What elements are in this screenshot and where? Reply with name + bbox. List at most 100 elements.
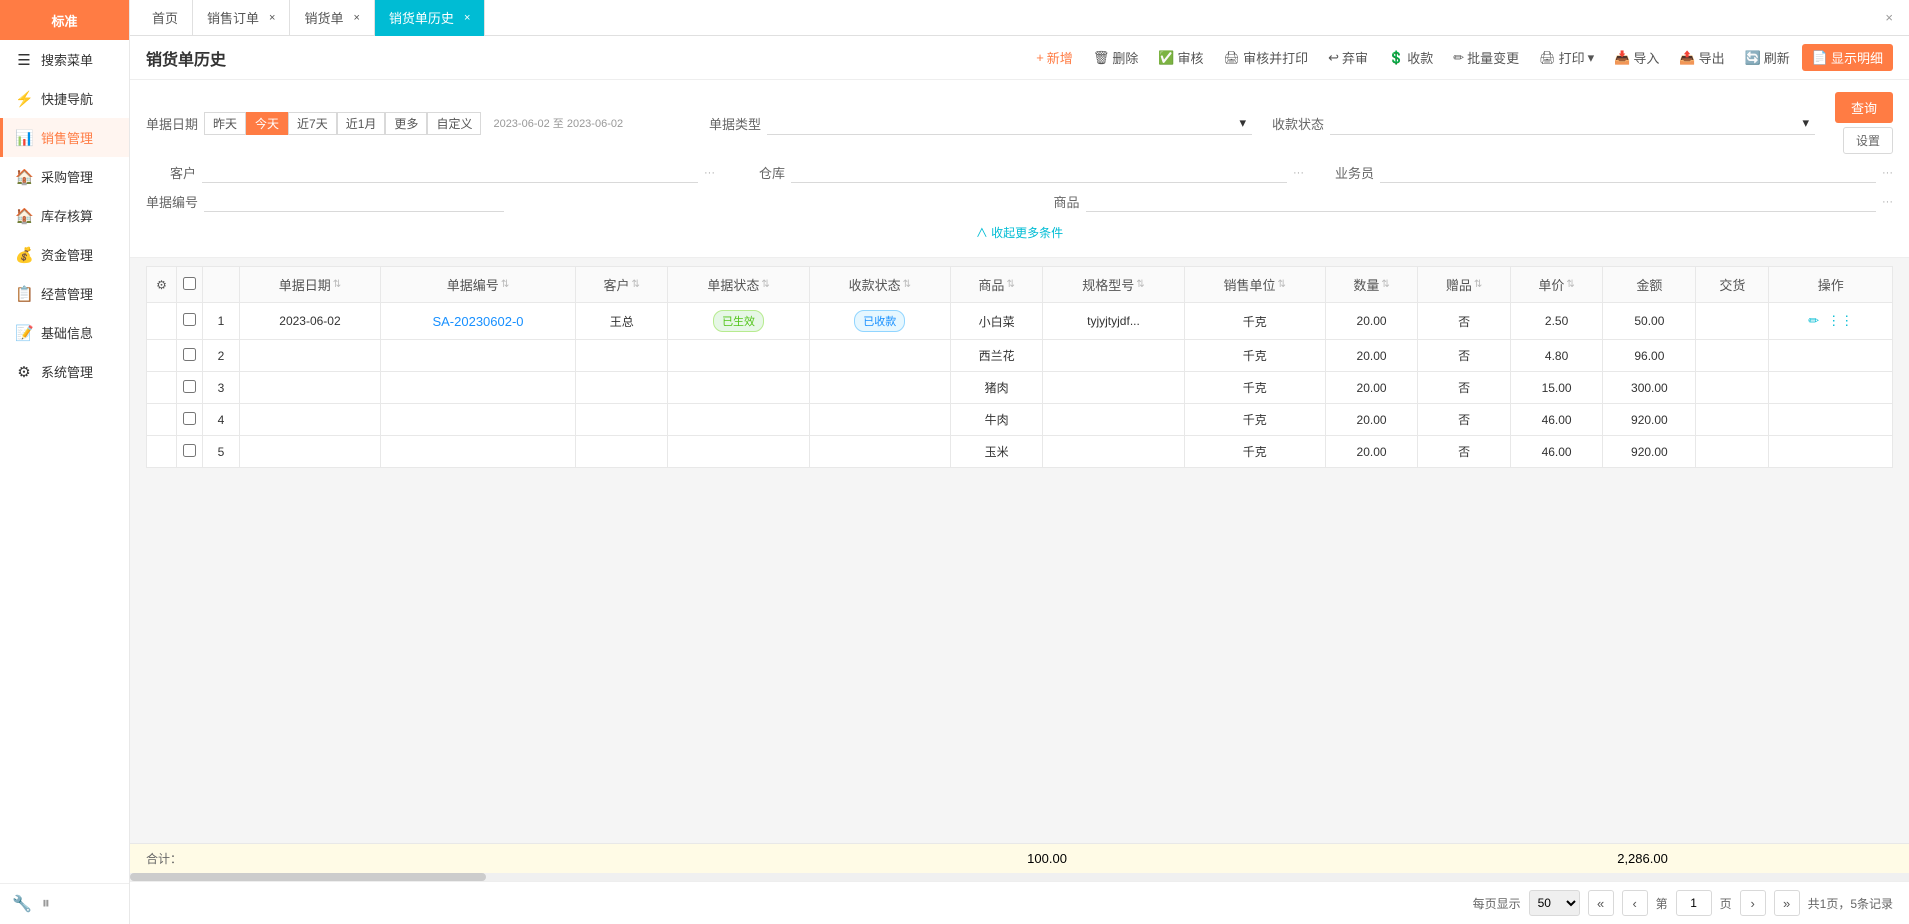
tab-sales-history[interactable]: 销货单历史 × bbox=[375, 0, 485, 36]
row-checkbox[interactable] bbox=[183, 348, 196, 361]
collect-button[interactable]: 💲 收款 bbox=[1380, 44, 1441, 71]
row-checkbox[interactable] bbox=[183, 444, 196, 457]
sidebar-item-fund-mgmt[interactable]: 💰 资金管理 bbox=[0, 235, 129, 274]
batch-change-icon: ✏ bbox=[1453, 50, 1464, 66]
th-goods[interactable]: 商品⇅ bbox=[950, 267, 1043, 303]
salesperson-dots[interactable]: ··· bbox=[1882, 167, 1893, 179]
sidebar-item-base-info[interactable]: 📝 基础信息 bbox=[0, 313, 129, 352]
review-print-button[interactable]: 🖨 审核并打印 bbox=[1216, 44, 1317, 71]
edit-action-btn[interactable]: ✏ bbox=[1804, 311, 1823, 331]
collect-status-select[interactable]: ▾ bbox=[1330, 112, 1815, 135]
fund-mgmt-icon: 💰 bbox=[15, 246, 33, 264]
sidebar-item-sys-mgmt[interactable]: ⚙ 系统管理 bbox=[0, 352, 129, 391]
sidebar-item-quick-nav[interactable]: ⚡ 快捷导航 bbox=[0, 79, 129, 118]
th-unit-price[interactable]: 单价⇅ bbox=[1510, 267, 1603, 303]
delete-button[interactable]: 🗑 删除 bbox=[1085, 44, 1147, 71]
table-header-row: ⚙ 单据日期⇅ 单据编号⇅ 客户⇅ 单据状态⇅ bbox=[147, 267, 1893, 303]
tab-sales-goods[interactable]: 销货单 × bbox=[290, 0, 374, 36]
sidebar-item-stock-calc[interactable]: 🏠 库存核算 bbox=[0, 196, 129, 235]
th-doc-status[interactable]: 单据状态⇅ bbox=[668, 267, 809, 303]
tab-bar-close-btn[interactable]: × bbox=[1877, 10, 1901, 25]
show-detail-icon: 📄 bbox=[1812, 50, 1828, 66]
pagination: 每页显示 50 20 100 « ‹ 第 页 › » 共1页，5条记录 bbox=[130, 881, 1909, 924]
horizontal-scrollbar[interactable] bbox=[130, 873, 1909, 881]
abandon-button[interactable]: ↩ 弃审 bbox=[1320, 44, 1376, 71]
setting-button[interactable]: 设置 bbox=[1843, 127, 1893, 154]
refresh-button[interactable]: 🔄 刷新 bbox=[1737, 44, 1798, 71]
cell-doc-date bbox=[239, 404, 380, 436]
tab-bar: 首页 销售订单 × 销货单 × 销货单历史 × × bbox=[130, 0, 1909, 36]
th-doc-date[interactable]: 单据日期⇅ bbox=[239, 267, 380, 303]
sidebar-item-operations-mgmt[interactable]: 📋 经营管理 bbox=[0, 274, 129, 313]
last-page-button[interactable]: » bbox=[1774, 890, 1800, 916]
date-btn-week7[interactable]: 近7天 bbox=[288, 112, 337, 135]
tab-sales-order[interactable]: 销售订单 × bbox=[193, 0, 290, 36]
select-all-checkbox[interactable] bbox=[183, 277, 196, 290]
sidebar-item-search[interactable]: ☰ 搜索菜单 bbox=[0, 40, 129, 79]
date-btn-today[interactable]: 今天 bbox=[246, 112, 288, 135]
warehouse-filter-item: 仓库 ··· bbox=[735, 162, 1304, 183]
customer-input[interactable] bbox=[202, 162, 698, 183]
th-sales-unit[interactable]: 销售单位⇅ bbox=[1184, 267, 1325, 303]
date-btn-custom[interactable]: 自定义 bbox=[427, 112, 481, 135]
row-checkbox[interactable] bbox=[183, 313, 196, 326]
date-btn-month1[interactable]: 近1月 bbox=[337, 112, 386, 135]
per-page-select[interactable]: 50 20 100 bbox=[1529, 890, 1580, 916]
add-button[interactable]: + 新增 bbox=[1028, 44, 1081, 71]
th-doc-no[interactable]: 单据编号⇅ bbox=[381, 267, 576, 303]
review-button[interactable]: ✅ 审核 bbox=[1150, 44, 1211, 71]
tab-sales-history-close[interactable]: × bbox=[464, 12, 470, 24]
tab-home[interactable]: 首页 bbox=[138, 0, 193, 36]
cell-doc-date bbox=[239, 340, 380, 372]
warehouse-dots[interactable]: ··· bbox=[1293, 167, 1304, 179]
export-button[interactable]: 📤 导出 bbox=[1671, 44, 1732, 71]
row-checkbox[interactable] bbox=[183, 380, 196, 393]
base-info-icon: 📝 bbox=[15, 324, 33, 342]
refresh-label: 刷新 bbox=[1764, 48, 1790, 67]
cell-action bbox=[1769, 340, 1893, 372]
sidebar-item-purchase-mgmt[interactable]: 🏠 采购管理 bbox=[0, 157, 129, 196]
cell-doc-no bbox=[381, 436, 576, 468]
sidebar-item-sales-mgmt[interactable]: 📊 销售管理 bbox=[0, 118, 129, 157]
doc-no-input[interactable] bbox=[204, 191, 504, 212]
salesperson-input[interactable] bbox=[1380, 162, 1876, 183]
print-button[interactable]: 🖨 打印 ▾ bbox=[1531, 44, 1602, 71]
purchase-mgmt-icon: 🏠 bbox=[15, 168, 33, 186]
salesperson-filter-item: 业务员 ··· bbox=[1324, 162, 1893, 183]
cell-gift: 否 bbox=[1418, 372, 1511, 404]
doc-no-link[interactable]: SA-20230602-0 bbox=[432, 314, 523, 329]
tab-sales-goods-close[interactable]: × bbox=[353, 12, 359, 24]
row-checkbox[interactable] bbox=[183, 412, 196, 425]
date-range-display: 2023-06-02 至 2023-06-02 bbox=[493, 115, 623, 131]
tab-sales-order-close[interactable]: × bbox=[269, 12, 275, 24]
th-gift[interactable]: 赠品⇅ bbox=[1418, 267, 1511, 303]
goods-dots[interactable]: ··· bbox=[1882, 196, 1893, 208]
th-customer[interactable]: 客户⇅ bbox=[575, 267, 668, 303]
cell-doc-date bbox=[239, 436, 380, 468]
next-page-button[interactable]: › bbox=[1740, 890, 1766, 916]
cell-doc-no bbox=[381, 404, 576, 436]
th-collect-status[interactable]: 收款状态⇅ bbox=[809, 267, 950, 303]
first-page-button[interactable]: « bbox=[1588, 890, 1614, 916]
customer-dots[interactable]: ··· bbox=[704, 167, 715, 179]
more-action-btn[interactable]: ⋮⋮ bbox=[1823, 311, 1857, 331]
date-btn-yesterday[interactable]: 昨天 bbox=[204, 112, 246, 135]
filter-collapse-btn[interactable]: ∧ 收起更多条件 bbox=[146, 220, 1893, 245]
query-button[interactable]: 查询 bbox=[1835, 92, 1893, 123]
pause-bottom-icon[interactable]: ⏸ bbox=[42, 895, 50, 913]
import-button[interactable]: 📥 导入 bbox=[1606, 44, 1667, 71]
doc-type-select[interactable]: ▾ bbox=[767, 112, 1252, 135]
batch-change-button[interactable]: ✏ 批量变更 bbox=[1445, 44, 1527, 71]
warehouse-input[interactable] bbox=[791, 162, 1287, 183]
th-spec-type[interactable]: 规格型号⇅ bbox=[1043, 267, 1184, 303]
cell-settings bbox=[147, 404, 177, 436]
th-quantity[interactable]: 数量⇅ bbox=[1325, 267, 1418, 303]
th-settings[interactable]: ⚙ bbox=[147, 267, 177, 303]
date-btn-more[interactable]: 更多 bbox=[385, 112, 427, 135]
show-detail-button[interactable]: 📄 显示明细 bbox=[1802, 44, 1893, 71]
cell-settings bbox=[147, 372, 177, 404]
goods-input[interactable] bbox=[1086, 191, 1877, 212]
prev-page-button[interactable]: ‹ bbox=[1622, 890, 1648, 916]
settings-bottom-icon[interactable]: 🔧 bbox=[12, 894, 32, 914]
page-input[interactable] bbox=[1676, 890, 1712, 916]
